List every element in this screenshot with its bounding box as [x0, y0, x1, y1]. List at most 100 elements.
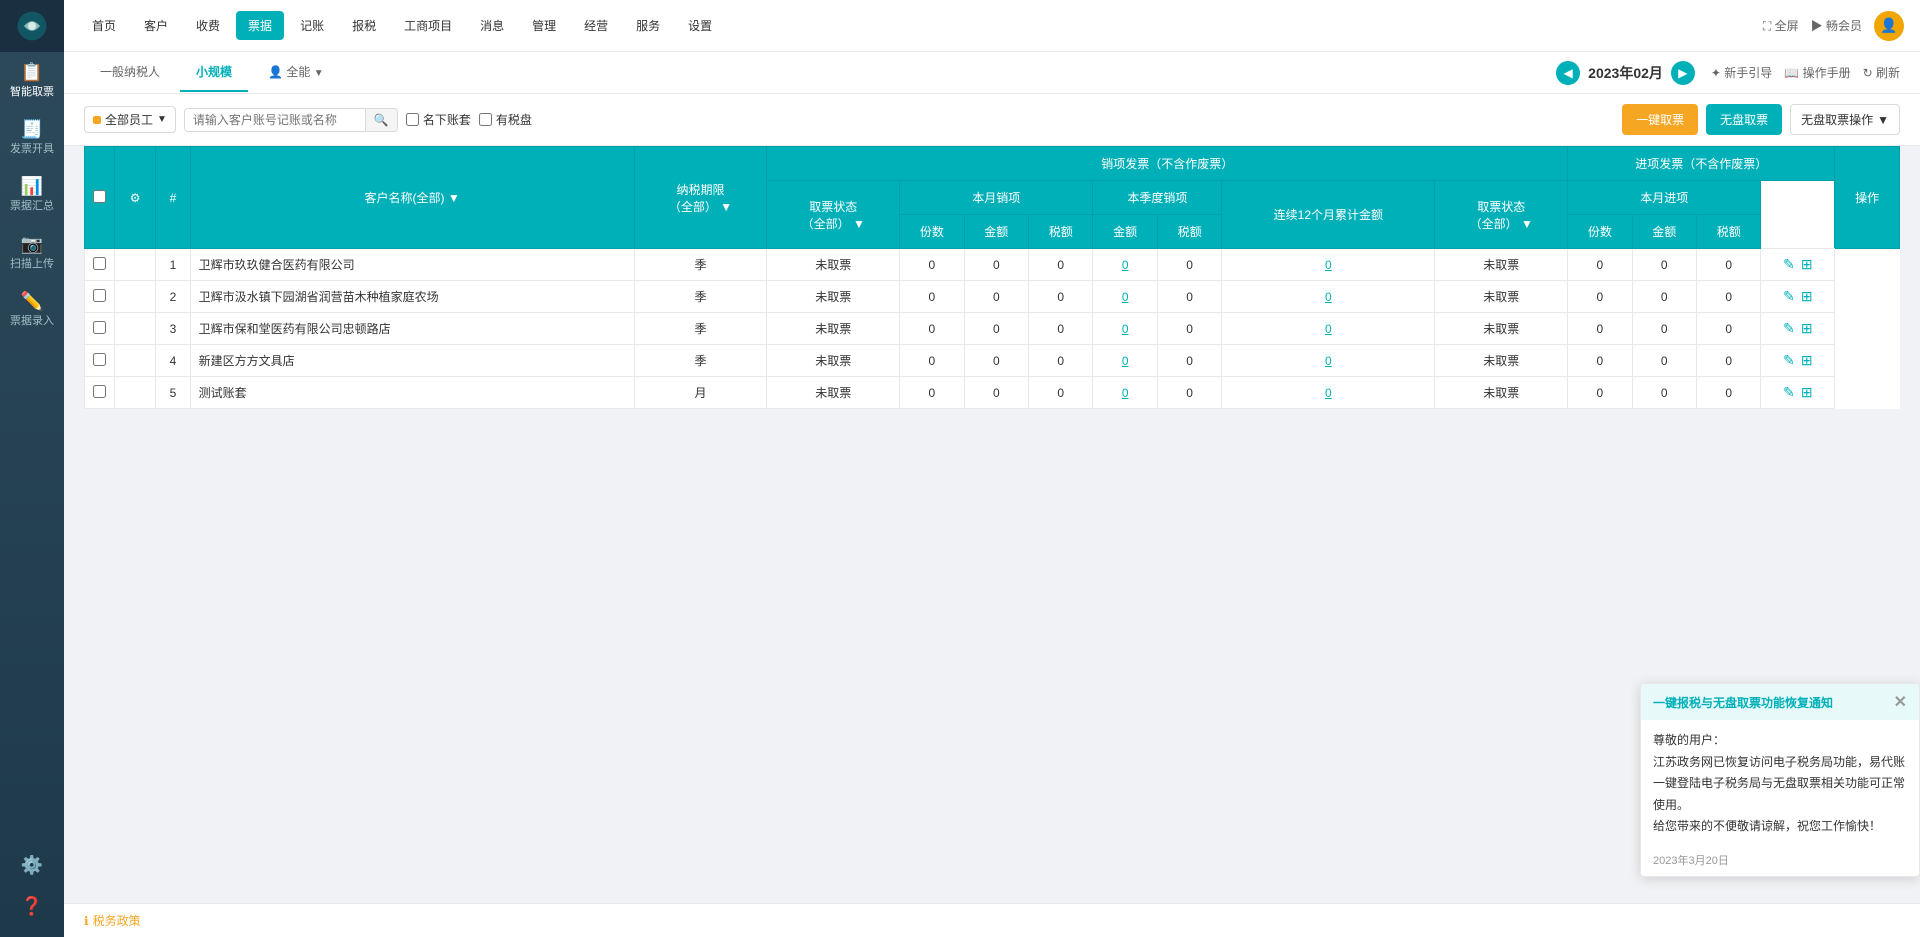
sidebar-item-issue[interactable]: 🧾 发票开具 — [0, 109, 64, 166]
sidebar-item-label-issue: 发票开具 — [10, 143, 54, 156]
row-customer-name: 测试账套 — [190, 377, 634, 409]
row-sales-quarter-amount[interactable]: 0 — [1093, 313, 1157, 345]
period-prev-button[interactable]: ◀ — [1556, 61, 1580, 85]
sales-status-filter[interactable]: ▼ — [853, 217, 865, 231]
edit-icon[interactable]: ✎ — [1783, 320, 1795, 337]
row-customer-name: 卫辉市汲水镇下园湖省润营苗木种植家庭农场 — [190, 281, 634, 313]
period-display: 2023年02月 — [1588, 63, 1663, 83]
nav-service[interactable]: 服务 — [624, 11, 672, 40]
nav-collection[interactable]: 收费 — [184, 11, 232, 40]
nav-business[interactable]: 工商项目 — [392, 11, 464, 40]
row-purchase-status: 未取票 — [1435, 345, 1568, 377]
tab-all-chevron: ▼ — [314, 68, 324, 79]
scan-icon: 📷 — [21, 234, 43, 255]
nav-home[interactable]: 首页 — [80, 11, 128, 40]
edit-icon[interactable]: ✎ — [1783, 384, 1795, 401]
row-sales-quarter-amount[interactable]: 0 — [1093, 377, 1157, 409]
select-all-checkbox[interactable] — [93, 190, 106, 203]
no-disk-ops-button[interactable]: 无盘取票操作 ▼ — [1790, 104, 1900, 135]
row-purchase-month-count: 0 — [1568, 313, 1632, 345]
tab-general[interactable]: 一般纳税人 — [84, 53, 176, 92]
th-tax-period: 纳税期限（全部） ▼ — [634, 147, 767, 249]
sidebar-item-settings[interactable]: ⚙️ — [0, 845, 64, 886]
period-next-button[interactable]: ▶ — [1671, 61, 1695, 85]
detail-icon[interactable]: ⊞ — [1801, 256, 1813, 273]
tax-period-filter-icon[interactable]: ▼ — [720, 200, 732, 214]
sidebar-item-summary[interactable]: 📊 票据汇总 — [0, 166, 64, 223]
row-sales-cumulative[interactable]: 0 — [1222, 377, 1435, 409]
summary-icon: 📊 — [21, 176, 43, 197]
sidebar-item-entry[interactable]: ✏️ 票据录入 — [0, 281, 64, 338]
has-tax-checkbox[interactable] — [479, 113, 492, 126]
row-purchase-month-count: 0 — [1568, 281, 1632, 313]
row-actions: ✎ ⊞ — [1761, 249, 1835, 281]
row-sales-quarter-amount[interactable]: 0 — [1093, 281, 1157, 313]
th-num: # — [156, 147, 190, 249]
nav-bookkeeping[interactable]: 记账 — [288, 11, 336, 40]
refresh-button[interactable]: ↻ 刷新 — [1863, 64, 1900, 81]
row-checkbox[interactable] — [85, 281, 115, 313]
row-purchase-month-tax: 0 — [1696, 345, 1760, 377]
table-row: 5 测试账套 月 未取票 0 0 0 0 0 0 未取票 0 0 0 ✎ ⊞ — [85, 377, 1900, 409]
sidebar-bottom: ⚙️ ❓ — [0, 845, 64, 937]
row-sales-month-tax: 0 — [1029, 313, 1093, 345]
row-purchase-month-tax: 0 — [1696, 281, 1760, 313]
has-tax-filter[interactable]: 有税盘 — [479, 111, 532, 128]
row-sales-month-count: 0 — [900, 313, 964, 345]
fullscreen-button[interactable]: ⛶ 全屏 — [1763, 17, 1799, 34]
sub-account-checkbox[interactable] — [406, 113, 419, 126]
nav-message[interactable]: 消息 — [468, 11, 516, 40]
logo[interactable] — [0, 0, 64, 52]
sidebar-item-help[interactable]: ❓ — [0, 886, 64, 927]
nav-customer[interactable]: 客户 — [132, 11, 180, 40]
no-disk-button[interactable]: 无盘取票 — [1706, 104, 1782, 135]
detail-icon[interactable]: ⊞ — [1801, 320, 1813, 337]
edit-icon[interactable]: ✎ — [1783, 256, 1795, 273]
search-input[interactable] — [185, 109, 365, 131]
sub-account-filter[interactable]: 名下账套 — [406, 111, 471, 128]
detail-icon[interactable]: ⊞ — [1801, 288, 1813, 305]
detail-icon[interactable]: ⊞ — [1801, 384, 1813, 401]
row-sales-cumulative[interactable]: 0 — [1222, 249, 1435, 281]
tax-policy-link[interactable]: ℹ 税务政策 — [84, 912, 141, 929]
edit-icon[interactable]: ✎ — [1783, 352, 1795, 369]
employee-filter-chevron: ▼ — [157, 114, 167, 125]
nav-invoice[interactable]: 票据 — [236, 11, 284, 40]
one-click-button[interactable]: 一键取票 — [1622, 104, 1698, 135]
nav-management[interactable]: 管理 — [520, 11, 568, 40]
row-sales-cumulative[interactable]: 0 — [1222, 313, 1435, 345]
user-avatar[interactable]: 👤 — [1874, 11, 1904, 41]
notification-close-button[interactable]: ✕ — [1894, 692, 1907, 712]
row-checkbox[interactable] — [85, 313, 115, 345]
sidebar-item-intelligent[interactable]: 📋 智能取票 — [0, 52, 64, 109]
footer-bar: ℹ 税务政策 — [64, 903, 1920, 937]
employee-filter[interactable]: 全部员工 ▼ — [84, 106, 176, 133]
edit-icon[interactable]: ✎ — [1783, 288, 1795, 305]
search-button[interactable]: 🔍 — [365, 109, 397, 131]
row-sales-quarter-amount[interactable]: 0 — [1093, 345, 1157, 377]
detail-icon[interactable]: ⊞ — [1801, 352, 1813, 369]
vip-button[interactable]: ▶ 畅会员 — [1811, 17, 1862, 34]
nav-settings[interactable]: 设置 — [676, 11, 724, 40]
nav-tax[interactable]: 报税 — [340, 11, 388, 40]
guide-button[interactable]: ✦ 新手引导 — [1711, 64, 1772, 81]
row-sales-quarter-tax: 0 — [1157, 281, 1221, 313]
sidebar-item-label-summary: 票据汇总 — [10, 200, 54, 213]
row-sales-quarter-amount[interactable]: 0 — [1093, 249, 1157, 281]
row-checkbox[interactable] — [85, 377, 115, 409]
purchase-status-filter[interactable]: ▼ — [1521, 217, 1533, 231]
th-sales-group: 销项发票（不含作废票） — [767, 147, 1568, 181]
nav-operation[interactable]: 经营 — [572, 11, 620, 40]
row-sales-cumulative[interactable]: 0 — [1222, 345, 1435, 377]
manual-button[interactable]: 📖 操作手册 — [1784, 64, 1850, 81]
table-row: 1 卫辉市玖玖健合医药有限公司 季 未取票 0 0 0 0 0 0 未取票 0 … — [85, 249, 1900, 281]
tab-small[interactable]: 小规模 — [180, 53, 248, 92]
row-checkbox[interactable] — [85, 345, 115, 377]
row-tax-period: 月 — [634, 377, 767, 409]
row-sales-cumulative[interactable]: 0 — [1222, 281, 1435, 313]
tab-all[interactable]: 👤 全能 ▼ — [252, 53, 340, 92]
customer-filter-icon[interactable]: ▼ — [448, 191, 460, 205]
row-checkbox[interactable] — [85, 249, 115, 281]
sidebar-item-scan[interactable]: 📷 扫描上传 — [0, 224, 64, 281]
help-icon: ❓ — [21, 896, 43, 917]
